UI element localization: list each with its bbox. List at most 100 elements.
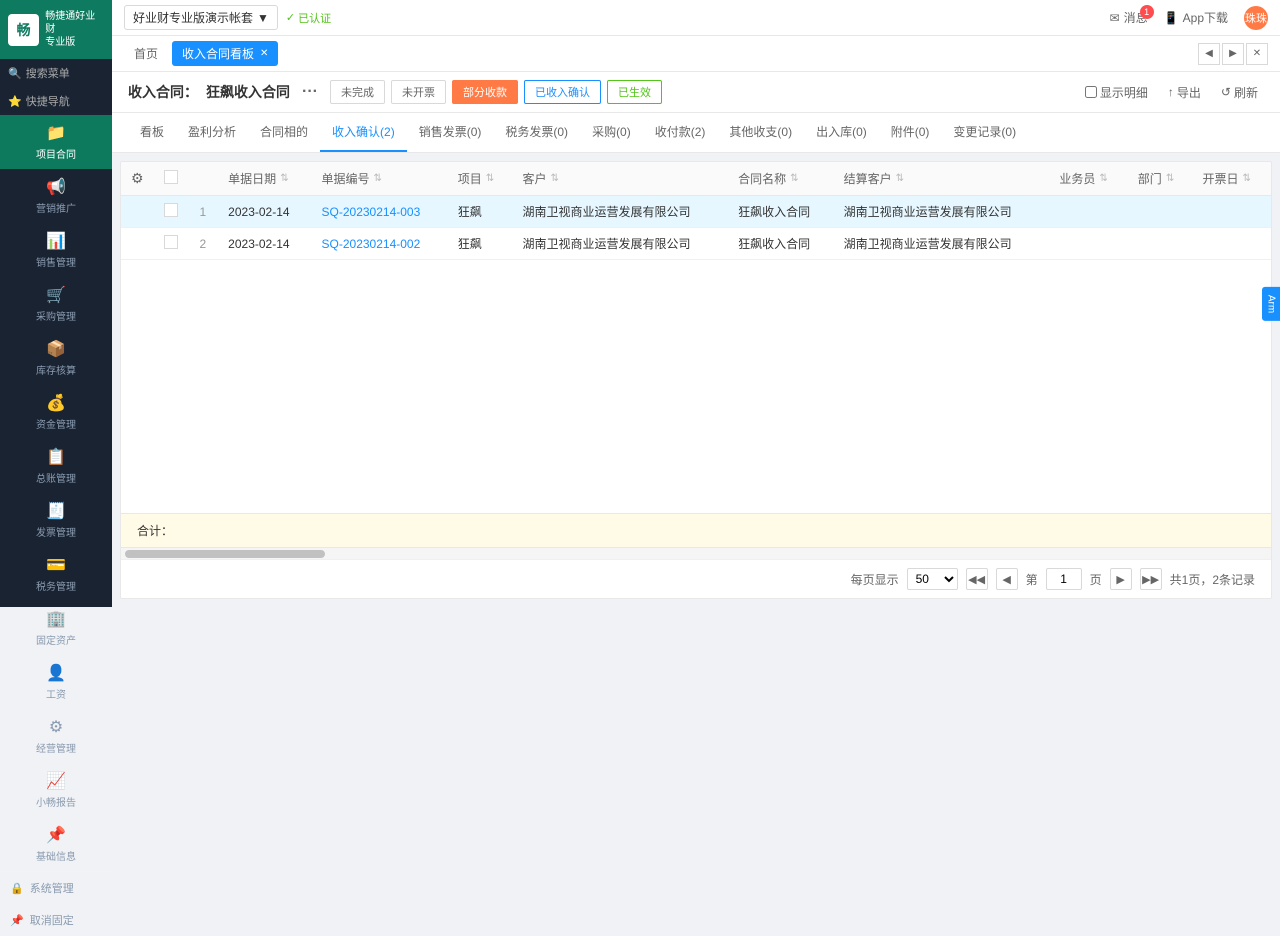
last-page-btn[interactable]: ▶▶: [1140, 568, 1162, 590]
status-uninvoiced[interactable]: 未开票: [391, 80, 446, 104]
more-btn[interactable]: ···: [298, 83, 322, 101]
row-checkbox[interactable]: [164, 235, 178, 249]
capital-icon: 💰: [46, 393, 66, 413]
sidebar-search[interactable]: 🔍 搜索菜单: [0, 59, 112, 87]
sidebar-item-invoice[interactable]: 🧾发票管理: [0, 493, 112, 547]
sidebar-item-marketing[interactable]: 📢营销推广: [0, 169, 112, 223]
table-area: ⚙ 单据日期⇅ 单据编号⇅: [120, 161, 1272, 599]
sub-tab-[interactable]: 税务发票(0): [493, 113, 580, 152]
user-avatar-action[interactable]: 珠珠: [1244, 6, 1268, 30]
row-number: 2: [188, 228, 219, 260]
export-icon: ↑: [1168, 85, 1174, 99]
row-settings: [121, 228, 154, 260]
sidebar-label: 资金管理: [36, 416, 76, 431]
message-action[interactable]: ✉ 1 消息: [1110, 9, 1148, 26]
sub-tab-[interactable]: 销售发票(0): [407, 113, 494, 152]
table-row[interactable]: 1 2023-02-14 SQ-20230214-003 狂飙 湖南卫视商业运营…: [121, 196, 1271, 228]
sub-tab-[interactable]: 看板: [128, 113, 176, 152]
checkbox-col-header: [154, 162, 188, 196]
sidebar-item-system[interactable]: 🔒 系统管理: [0, 872, 112, 904]
settlement-sort-icon[interactable]: ⇅: [896, 173, 904, 184]
row-checkbox[interactable]: [164, 203, 178, 217]
tab-home[interactable]: 首页: [124, 41, 168, 66]
message-icon: ✉: [1110, 11, 1120, 25]
opendate-sort-icon[interactable]: ⇅: [1243, 173, 1251, 184]
tab-close-all-btn[interactable]: ✕: [1246, 43, 1268, 65]
horizontal-scrollbar[interactable]: [121, 547, 1271, 559]
prev-page-btn[interactable]: ◀: [996, 568, 1018, 590]
tab-prev-btn[interactable]: ◀: [1198, 43, 1220, 65]
sidebar-item-sales[interactable]: 📊销售管理: [0, 223, 112, 277]
scroll-thumb[interactable]: [125, 550, 325, 558]
sub-tab-[interactable]: 盈利分析: [176, 113, 248, 152]
page-number-input[interactable]: [1046, 568, 1082, 590]
sub-tab-[interactable]: 合同相的: [248, 113, 320, 152]
logo-icon: 畅: [8, 14, 39, 46]
sidebar-item-project[interactable]: 📁项目合同: [0, 115, 112, 169]
row-number: 1: [188, 196, 219, 228]
row-order-no[interactable]: SQ-20230214-003: [312, 196, 448, 228]
status-effective[interactable]: 已生效: [607, 80, 662, 104]
sidebar-item-capital[interactable]: 💰 资金管理: [0, 385, 112, 439]
sub-tab-[interactable]: 出入库(0): [804, 113, 879, 152]
contract-actions: 显示明细 ↑ 导出 ↺ 刷新: [1079, 81, 1264, 104]
sidebar-item-reports[interactable]: 📈小畅报告: [0, 763, 112, 817]
customer-sort-icon[interactable]: ⇅: [550, 173, 558, 184]
company-selector[interactable]: 好业财专业版演示帐套 ▼: [124, 5, 278, 30]
sidebar-item-basic[interactable]: 📌基础信息: [0, 817, 112, 871]
sub-tab-[interactable]: 收付款(2): [643, 113, 718, 152]
salesperson-sort-icon[interactable]: ⇅: [1099, 173, 1107, 184]
next-page-btn[interactable]: ▶: [1110, 568, 1132, 590]
project-sort-icon[interactable]: ⇅: [486, 173, 494, 184]
project-icon: 📁: [46, 123, 66, 143]
sidebar-item-assets[interactable]: 🏢固定资产: [0, 601, 112, 655]
tab-close-icon[interactable]: ✕: [260, 48, 268, 59]
sidebar-label: 工资: [46, 686, 66, 701]
row-salesperson: [1049, 228, 1127, 260]
tab-contract-board[interactable]: 收入合同看板 ✕: [172, 41, 278, 66]
sidebar-item-general[interactable]: 📋总账管理: [0, 439, 112, 493]
row-department: [1128, 196, 1193, 228]
status-confirmed[interactable]: 已收入确认: [524, 80, 601, 104]
sub-tab-[interactable]: 附件(0): [879, 113, 942, 152]
sub-tab-[interactable]: 变更记录(0): [941, 113, 1028, 152]
sidebar-logo: 畅 畅捷通好业财 专业版: [0, 0, 112, 59]
contract-sort-icon[interactable]: ⇅: [790, 173, 798, 184]
operations-icon: ⚙: [49, 717, 63, 737]
export-btn[interactable]: ↑ 导出: [1162, 81, 1207, 104]
status-partial-received[interactable]: 部分收款: [452, 80, 518, 104]
tab-next-btn[interactable]: ▶: [1222, 43, 1244, 65]
table-row[interactable]: 2 2023-02-14 SQ-20230214-002 狂飙 湖南卫视商业运营…: [121, 228, 1271, 260]
date-sort-icon[interactable]: ⇅: [280, 173, 288, 184]
app-download-action[interactable]: 📱 App下载: [1164, 9, 1228, 26]
sidebar-item-unpin[interactable]: 📌 取消固定: [0, 904, 112, 936]
sidebar-item-inventory[interactable]: 📦库存核算: [0, 331, 112, 385]
settings-icon[interactable]: ⚙: [131, 170, 144, 186]
sidebar-item-operations[interactable]: ⚙经营管理: [0, 709, 112, 763]
row-contract-name: 狂飙收入合同: [728, 228, 834, 260]
dept-sort-icon[interactable]: ⇅: [1166, 173, 1174, 184]
refresh-btn[interactable]: ↺ 刷新: [1215, 81, 1264, 104]
sub-tab-[interactable]: 采购(0): [580, 113, 643, 152]
page-size-select[interactable]: 50 100: [907, 568, 958, 590]
row-date: 2023-02-14: [218, 228, 311, 260]
sub-tab-[interactable]: 其他收支(0): [717, 113, 804, 152]
first-page-btn[interactable]: ◀◀: [966, 568, 988, 590]
row-checkbox-cell[interactable]: [154, 228, 188, 260]
sub-tab-[interactable]: 收入确认(2): [320, 113, 407, 152]
row-order-no[interactable]: SQ-20230214-002: [312, 228, 448, 260]
chevron-down-icon: ▼: [257, 11, 269, 25]
sidebar-item-tax[interactable]: 💳税务管理: [0, 547, 112, 601]
right-float-panel[interactable]: Arm: [1262, 286, 1280, 320]
sidebar-quick-nav[interactable]: ⭐ 快捷导航: [0, 87, 112, 115]
main-content: 好业财专业版演示帐套 ▼ ✓ 已认证 ✉ 1 消息 📱 App下载 珠珠: [112, 0, 1280, 607]
orderno-sort-icon[interactable]: ⇅: [374, 173, 382, 184]
sidebar-item-hr[interactable]: 👤工资: [0, 655, 112, 709]
show-detail-checkbox[interactable]: [1085, 86, 1097, 98]
select-all-checkbox[interactable]: [164, 170, 178, 184]
row-checkbox-cell[interactable]: [154, 196, 188, 228]
show-detail-toggle[interactable]: 显示明细: [1079, 81, 1154, 104]
status-incomplete[interactable]: 未完成: [330, 80, 385, 104]
sidebar-item-purchase[interactable]: 🛒采购管理: [0, 277, 112, 331]
records-table: ⚙ 单据日期⇅ 单据编号⇅: [121, 162, 1271, 260]
